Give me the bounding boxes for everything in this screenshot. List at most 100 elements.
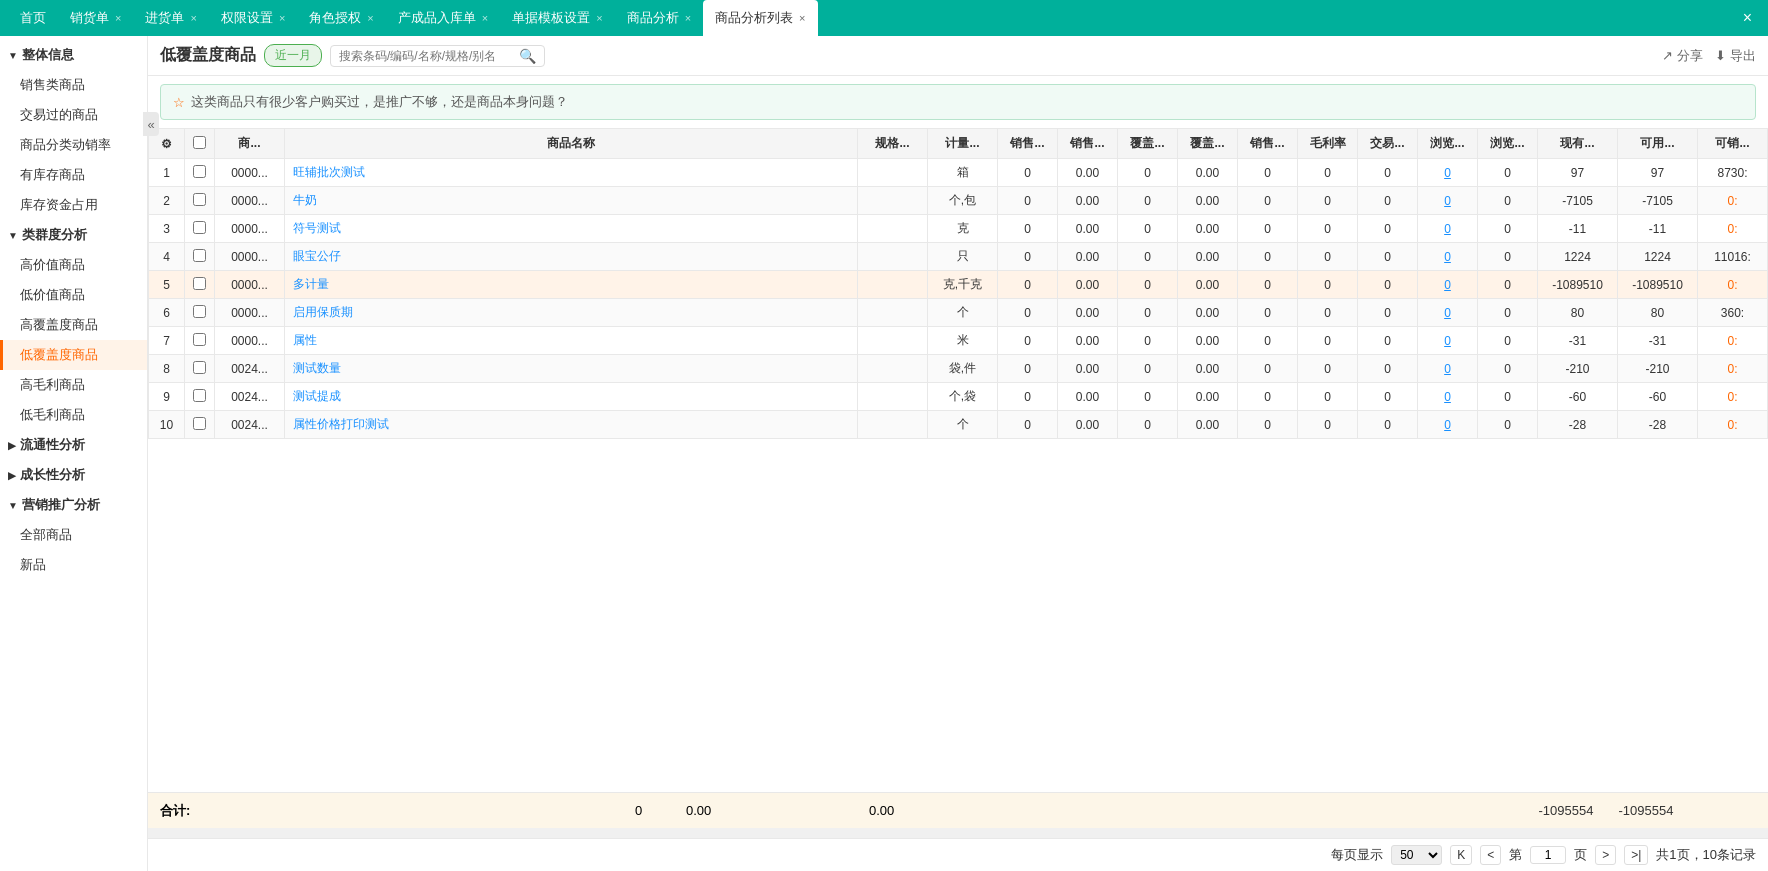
row-checkbox[interactable] [185, 187, 215, 215]
col-name-header[interactable]: 商品名称 [285, 129, 858, 159]
sidebar-group-marketing[interactable]: ▼ 营销推广分析 [0, 490, 147, 520]
row-name[interactable]: 启用保质期 [285, 299, 858, 327]
search-input[interactable] [339, 49, 519, 63]
row-browse1[interactable]: 0 [1418, 215, 1478, 243]
col-checkbox-header[interactable] [185, 129, 215, 159]
nav-close-purchase[interactable]: × [190, 12, 196, 24]
row-name[interactable]: 多计量 [285, 271, 858, 299]
nav-close-template[interactable]: × [596, 12, 602, 24]
col-code-header[interactable]: 商... [215, 129, 285, 159]
sidebar-item-category-rate[interactable]: 商品分类动销率 [0, 130, 147, 160]
row-name[interactable]: 符号测试 [285, 215, 858, 243]
nav-close-goods-analysis[interactable]: × [685, 12, 691, 24]
nav-template-settings[interactable]: 单据模板设置 × [500, 0, 614, 36]
col-sales-qty-header[interactable]: 销售... [998, 129, 1058, 159]
col-sales-amount-header[interactable]: 销售... [1058, 129, 1118, 159]
nav-role-auth[interactable]: 角色授权 × [297, 0, 385, 36]
row-browse1[interactable]: 0 [1418, 383, 1478, 411]
row-browse1[interactable]: 0 [1418, 299, 1478, 327]
row-browse1[interactable]: 0 [1418, 355, 1478, 383]
row-checkbox[interactable] [185, 355, 215, 383]
row-browse1[interactable]: 0 [1418, 243, 1478, 271]
sidebar-item-all-goods[interactable]: 全部商品 [0, 520, 147, 550]
row-checkbox[interactable] [185, 215, 215, 243]
sidebar-item-stocked-goods[interactable]: 有库存商品 [0, 160, 147, 190]
horizontal-scrollbar[interactable] [148, 828, 1768, 838]
col-sales3-header[interactable]: 销售... [1238, 129, 1298, 159]
sidebar-item-new-goods[interactable]: 新品 [0, 550, 147, 580]
row-select-checkbox[interactable] [193, 249, 206, 262]
col-current-stock-header[interactable]: 现有... [1538, 129, 1618, 159]
nav-close-role[interactable]: × [367, 12, 373, 24]
row-checkbox[interactable] [185, 383, 215, 411]
sidebar-group-cluster[interactable]: ▼ 类群度分析 [0, 220, 147, 250]
nav-sales-order[interactable]: 销货单 × [58, 0, 133, 36]
nav-permission-settings[interactable]: 权限设置 × [209, 0, 297, 36]
col-cov2-header[interactable]: 覆盖... [1178, 129, 1238, 159]
col-saleable-header[interactable]: 可销... [1698, 129, 1768, 159]
sidebar-item-low-value[interactable]: 低价值商品 [0, 280, 147, 310]
row-name[interactable]: 属性 [285, 327, 858, 355]
nav-goods-analysis[interactable]: 商品分析 × [615, 0, 703, 36]
col-browse1-header[interactable]: 浏览... [1418, 129, 1478, 159]
sidebar-item-high-margin[interactable]: 高毛利商品 [0, 370, 147, 400]
sidebar-item-sales-goods[interactable]: 销售类商品 [0, 70, 147, 100]
col-cov1-header[interactable]: 覆盖... [1118, 129, 1178, 159]
nav-close-goods-list[interactable]: × [799, 12, 805, 24]
nav-home[interactable]: 首页 [8, 0, 58, 36]
current-page-input[interactable] [1530, 846, 1566, 864]
col-unit-header[interactable]: 计量... [928, 129, 998, 159]
row-name[interactable]: 属性价格打印测试 [285, 411, 858, 439]
row-name[interactable]: 测试提成 [285, 383, 858, 411]
row-select-checkbox[interactable] [193, 333, 206, 346]
row-select-checkbox[interactable] [193, 277, 206, 290]
last-page-button[interactable]: >| [1624, 845, 1648, 865]
row-select-checkbox[interactable] [193, 305, 206, 318]
page-size-select[interactable]: 50 20 100 [1391, 845, 1442, 865]
col-available-stock-header[interactable]: 可用... [1618, 129, 1698, 159]
row-checkbox[interactable] [185, 243, 215, 271]
col-spec-header[interactable]: 规格... [858, 129, 928, 159]
sidebar-item-low-margin[interactable]: 低毛利商品 [0, 400, 147, 430]
row-browse1[interactable]: 0 [1418, 327, 1478, 355]
row-name[interactable]: 牛奶 [285, 187, 858, 215]
row-name[interactable]: 眼宝公仔 [285, 243, 858, 271]
row-name[interactable]: 测试数量 [285, 355, 858, 383]
row-select-checkbox[interactable] [193, 221, 206, 234]
sidebar-group-overall[interactable]: ▼ 整体信息 [0, 40, 147, 70]
col-browse2-header[interactable]: 浏览... [1478, 129, 1538, 159]
row-select-checkbox[interactable] [193, 389, 206, 402]
row-name[interactable]: 旺辅批次测试 [285, 159, 858, 187]
export-button[interactable]: ⬇ 导出 [1715, 47, 1756, 65]
row-browse1[interactable]: 0 [1418, 271, 1478, 299]
sidebar-group-growth[interactable]: ▶ 成长性分析 [0, 460, 147, 490]
row-select-checkbox[interactable] [193, 165, 206, 178]
row-checkbox[interactable] [185, 411, 215, 439]
sidebar-item-traded-goods[interactable]: 交易过的商品 [0, 100, 147, 130]
nav-purchase-order[interactable]: 进货单 × [133, 0, 208, 36]
row-select-checkbox[interactable] [193, 193, 206, 206]
sidebar-item-high-coverage[interactable]: 高覆盖度商品 [0, 310, 147, 340]
sidebar-item-high-value[interactable]: 高价值商品 [0, 250, 147, 280]
row-checkbox[interactable] [185, 159, 215, 187]
row-checkbox[interactable] [185, 327, 215, 355]
sidebar-item-stock-capital[interactable]: 库存资金占用 [0, 190, 147, 220]
prev-page-button[interactable]: < [1480, 845, 1501, 865]
row-browse1[interactable]: 0 [1418, 159, 1478, 187]
row-checkbox[interactable] [185, 299, 215, 327]
nav-goods-analysis-list[interactable]: 商品分析列表 × [703, 0, 817, 36]
first-page-button[interactable]: K [1450, 845, 1472, 865]
row-select-checkbox[interactable] [193, 417, 206, 430]
select-all-checkbox[interactable] [193, 136, 206, 149]
nav-close-permission[interactable]: × [279, 12, 285, 24]
share-button[interactable]: ↗ 分享 [1662, 47, 1703, 65]
close-all-tabs-button[interactable]: × [1735, 9, 1760, 27]
row-browse1[interactable]: 0 [1418, 187, 1478, 215]
nav-finished-goods[interactable]: 产成品入库单 × [386, 0, 500, 36]
col-gross-rate-header[interactable]: 毛利率 [1298, 129, 1358, 159]
sidebar-item-low-coverage[interactable]: 低覆盖度商品 [0, 340, 147, 370]
nav-close-finished[interactable]: × [482, 12, 488, 24]
row-select-checkbox[interactable] [193, 361, 206, 374]
sidebar-group-liquidity[interactable]: ▶ 流通性分析 [0, 430, 147, 460]
row-browse1[interactable]: 0 [1418, 411, 1478, 439]
